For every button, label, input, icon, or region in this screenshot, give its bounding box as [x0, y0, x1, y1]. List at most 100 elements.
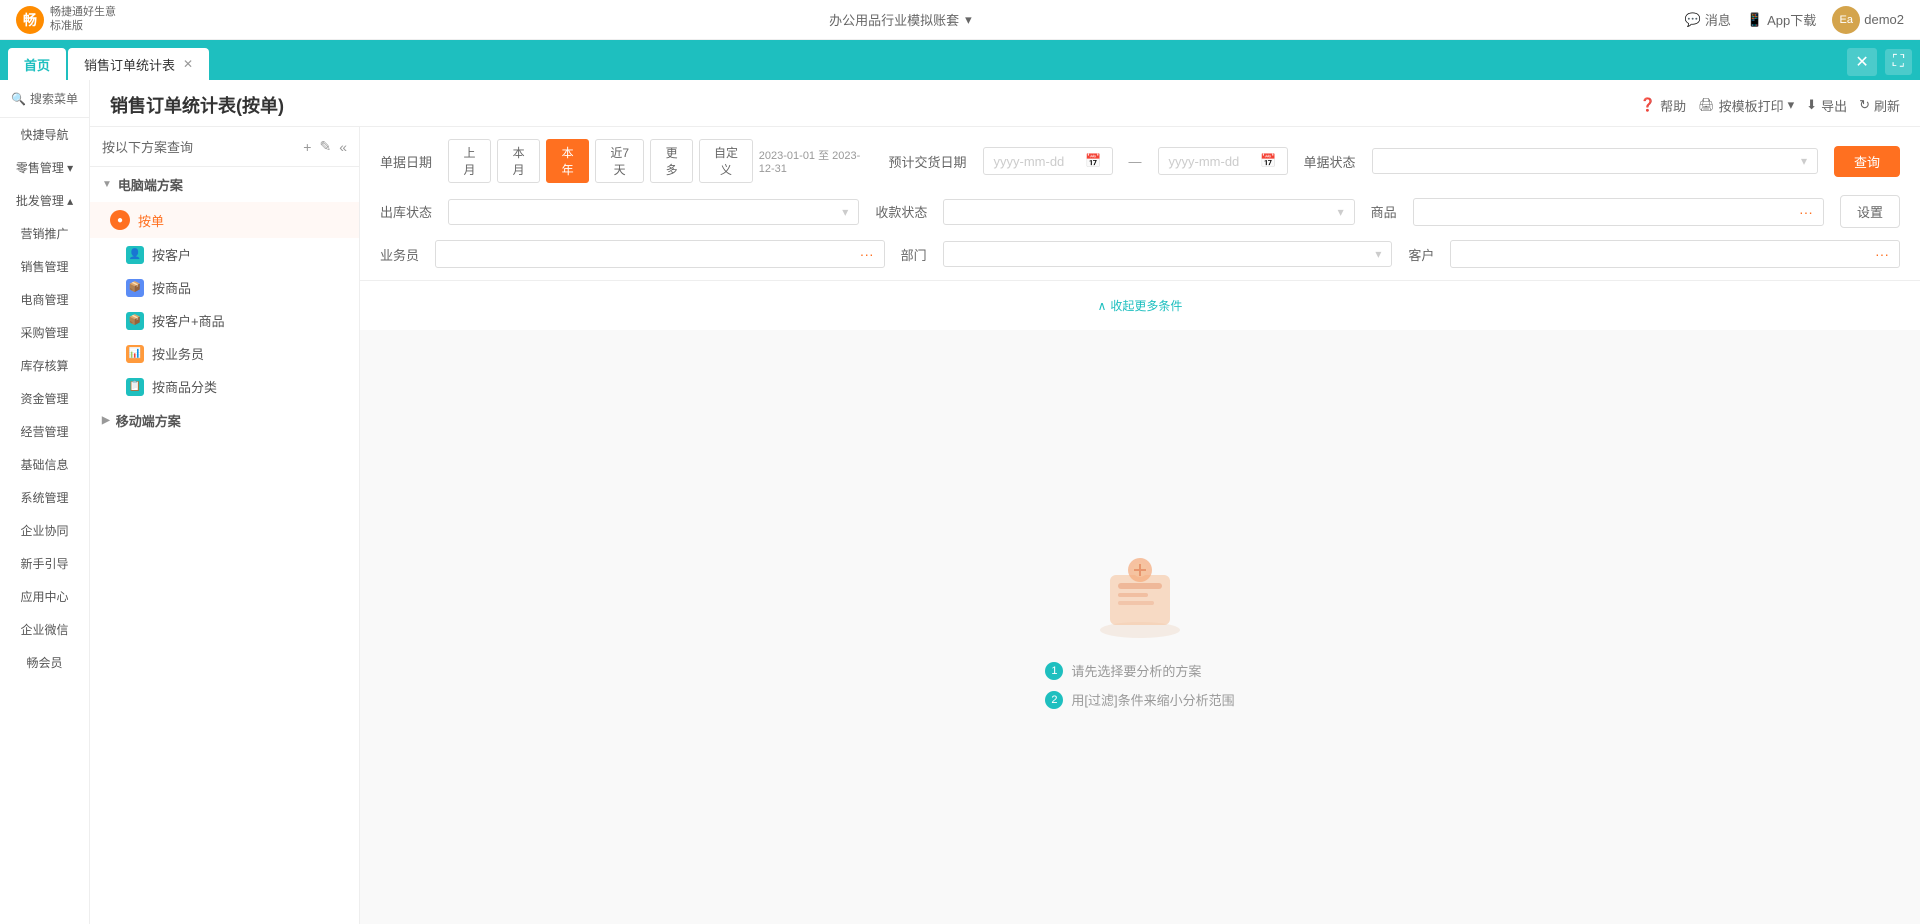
tree-pc-solutions[interactable]: ▼ 电脑端方案 [90, 167, 359, 202]
customer-select[interactable]: ··· [1450, 240, 1900, 268]
sidebar-item-finance[interactable]: 资金管理 [0, 382, 89, 415]
basic-label: 基础信息 [20, 456, 68, 473]
sidebar-item-purchase[interactable]: 采购管理 [0, 316, 89, 349]
department-arrow-icon: ▾ [1375, 247, 1381, 261]
payment-select[interactable]: ▾ [943, 199, 1354, 225]
by-product-label: 按商品 [152, 278, 191, 297]
print-label: 按模板打印 [1719, 96, 1784, 115]
app-download-btn[interactable]: 📱 App下载 [1747, 10, 1816, 29]
add-plan-btn[interactable]: + [303, 138, 311, 155]
collapse-row: ∧ 收起更多条件 [360, 281, 1920, 330]
payment-label: 收款状态 [875, 202, 927, 221]
sidebar-item-inventory[interactable]: 库存核算 [0, 349, 89, 382]
status-select[interactable]: ▾ [1372, 148, 1818, 174]
sidebar-item-guide[interactable]: 新手引导 [0, 547, 89, 580]
filter-row-2: 出库状态 ▾ 收款状态 ▾ 商品 ··· [380, 195, 1900, 228]
delivery-label: 出库状态 [380, 202, 432, 221]
sidebar-item-marketing[interactable]: 营销推广 [0, 217, 89, 250]
collapse-panel-btn[interactable]: « [339, 138, 347, 155]
sidebar-item-wechat[interactable]: 企业微信 [0, 613, 89, 646]
sidebar-item-apps[interactable]: 应用中心 [0, 580, 89, 613]
search-menu-btn[interactable]: 🔍 搜索菜单 [8, 90, 81, 107]
search-menu-label: 搜索菜单 [30, 90, 78, 107]
tree-item-by-salesperson[interactable]: 📊 按业务员 [90, 337, 359, 370]
print-btn[interactable]: 🖨 按模板打印 ▾ [1698, 96, 1794, 115]
sidebar-item-operations[interactable]: 经营管理 [0, 415, 89, 448]
expected-date-from[interactable]: yyyy-mm-dd 📅 [983, 147, 1113, 175]
product-label: 商品 [1371, 202, 1397, 221]
tree-item-by-order[interactable]: ● 按单 [90, 202, 359, 238]
date-btn-this-month[interactable]: 本月 [497, 139, 540, 183]
customer-dots[interactable]: ··· [1875, 246, 1889, 262]
wechat-label: 企业微信 [20, 621, 68, 638]
product-dots[interactable]: ··· [1799, 204, 1813, 220]
inventory-label: 库存核算 [20, 357, 68, 374]
edit-plan-btn[interactable]: ✎ [319, 138, 331, 155]
help-icon: ❓ [1640, 97, 1656, 113]
filter-row-1: 单据日期 上月 本月 本年 近7天 更多 自定义 2023-01-01 至 20… [380, 139, 1900, 183]
salesperson-dots[interactable]: ··· [860, 246, 874, 262]
date-btn-last-7[interactable]: 近7天 [595, 139, 644, 183]
settings-btn[interactable]: 设置 [1840, 195, 1900, 228]
help-btn[interactable]: ❓ 帮助 [1640, 96, 1686, 115]
sidebar-item-member[interactable]: 畅会员 [0, 646, 89, 679]
export-btn[interactable]: ⬇ 导出 [1806, 96, 1847, 115]
tree-item-by-product[interactable]: 📦 按商品 [90, 271, 359, 304]
sidebar-item-sales[interactable]: 销售管理 [0, 250, 89, 283]
date-btn-more[interactable]: 更多 [650, 139, 693, 183]
expected-date-to[interactable]: yyyy-mm-dd 📅 [1158, 147, 1288, 175]
refresh-label: 刷新 [1874, 96, 1900, 115]
sidebar-search[interactable]: 🔍 搜索菜单 [0, 80, 89, 118]
by-customer-label: 按客户 [152, 245, 191, 264]
sidebar-item-retail[interactable]: 零售管理 ▾ [0, 151, 89, 184]
query-btn[interactable]: 查询 [1834, 146, 1900, 177]
tab-expand-btn[interactable]: ⛶ [1885, 49, 1912, 75]
tree-mobile-label: 移动端方案 [116, 411, 181, 430]
sidebar-item-system[interactable]: 系统管理 [0, 481, 89, 514]
print-dropdown-icon[interactable]: ▾ [1788, 97, 1795, 113]
main-layout: 🔍 搜索菜单 快捷导航 零售管理 ▾ 批发管理 ▴ 营销推广 销售管理 电商管理… [0, 80, 1920, 924]
payment-arrow-icon: ▾ [1338, 205, 1344, 219]
topbar-center[interactable]: 办公用品行业模拟账套 ▾ [829, 10, 972, 29]
department-select[interactable]: ▾ [943, 241, 1393, 267]
sidebar-item-enterprise[interactable]: 企业协同 [0, 514, 89, 547]
date-btn-last-month[interactable]: 上月 [448, 139, 491, 183]
tree-mobile-solutions[interactable]: ▶ 移动端方案 [90, 403, 359, 438]
date-range-text: 2023-01-01 至 2023-12-31 [759, 147, 873, 175]
avatar: Ea [1832, 6, 1860, 34]
tab-sales-order-stat[interactable]: 销售订单统计表 ✕ [68, 48, 209, 80]
empty-hint-1-text: 请先选择要分析的方案 [1071, 661, 1201, 680]
refresh-btn[interactable]: ↻ 刷新 [1859, 96, 1900, 115]
page-title: 销售订单统计表(按单) [110, 92, 284, 118]
sidebar-item-basic[interactable]: 基础信息 [0, 448, 89, 481]
user-area[interactable]: Ea demo2 [1832, 6, 1904, 34]
date-btn-this-year[interactable]: 本年 [546, 139, 589, 183]
tree-item-by-category[interactable]: 📋 按商品分类 [90, 370, 359, 403]
expected-date-to-placeholder: yyyy-mm-dd [1169, 154, 1240, 169]
sidebar-item-wholesale[interactable]: 批发管理 ▴ [0, 184, 89, 217]
left-panel: 按以下方案查询 + ✎ « ▼ 电脑端方案 ● 按单 👤 [90, 127, 360, 924]
dropdown-icon[interactable]: ▾ [965, 12, 972, 28]
sidebar-item-quick-nav[interactable]: 快捷导航 [0, 118, 89, 151]
date-btn-custom[interactable]: 自定义 [699, 139, 753, 183]
tab-home[interactable]: 首页 [8, 48, 66, 80]
delivery-select[interactable]: ▾ [448, 199, 859, 225]
logo-line1: 畅捷通好生意 [50, 6, 116, 19]
topbar: 畅 畅捷通好生意 标准版 办公用品行业模拟账套 ▾ 💬 消息 📱 App下载 E… [0, 0, 1920, 40]
status-arrow-icon: ▾ [1801, 154, 1807, 168]
message-icon: 💬 [1685, 12, 1701, 28]
tab-close-all-btn[interactable]: ✕ [1847, 48, 1876, 76]
collapse-btn[interactable]: ∧ 收起更多条件 [1082, 289, 1199, 322]
product-select[interactable]: ··· [1413, 198, 1824, 226]
salesperson-select[interactable]: ··· [435, 240, 885, 268]
tree-item-by-customer-product[interactable]: 📦 按客户+商品 [90, 304, 359, 337]
tree-item-by-customer[interactable]: 👤 按客户 [90, 238, 359, 271]
delivery-arrow-icon: ▾ [842, 205, 848, 219]
right-content: 单据日期 上月 本月 本年 近7天 更多 自定义 2023-01-01 至 20… [360, 127, 1920, 924]
sidebar-item-ecommerce[interactable]: 电商管理 [0, 283, 89, 316]
topbar-right: 💬 消息 📱 App下载 Ea demo2 [1685, 6, 1904, 34]
tab-close-icon[interactable]: ✕ [183, 57, 193, 71]
operations-label: 经营管理 [20, 423, 68, 440]
member-label: 畅会员 [26, 654, 62, 671]
message-btn[interactable]: 💬 消息 [1685, 10, 1731, 29]
